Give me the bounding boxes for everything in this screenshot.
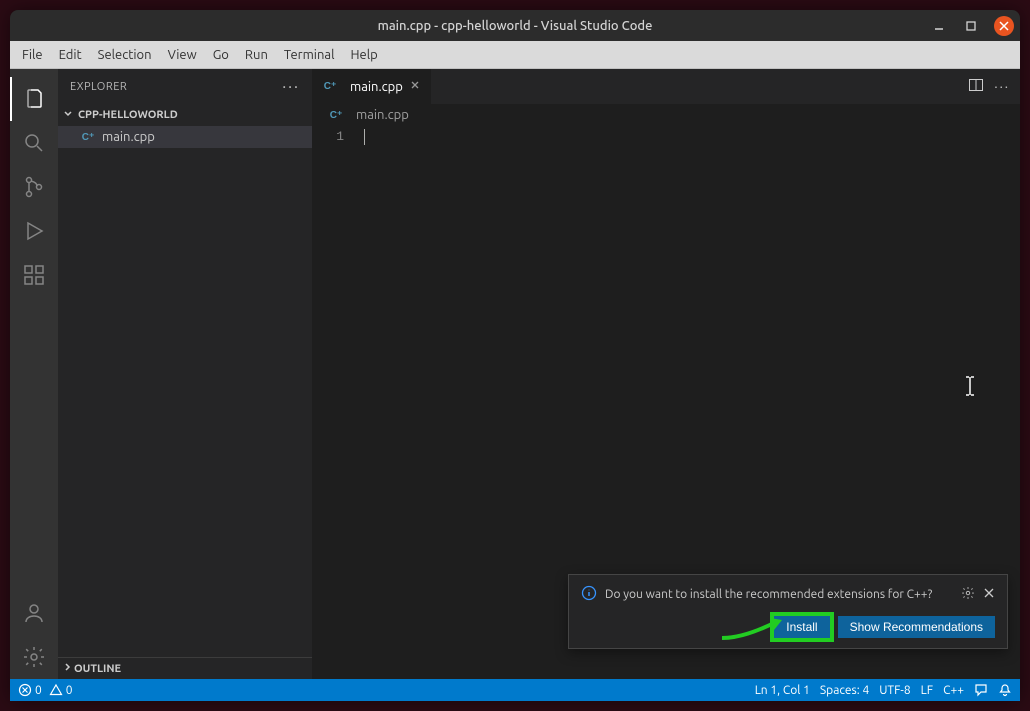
breadcrumb[interactable]: C⁺ main.cpp <box>312 104 1020 126</box>
breadcrumb-file: main.cpp <box>356 108 409 122</box>
window-title: main.cpp - cpp-helloworld - Visual Studi… <box>10 19 1020 33</box>
menu-view[interactable]: View <box>160 44 205 66</box>
status-bar: 0 0 Ln 1, Col 1 Spaces: 4 UTF-8 LF C++ <box>10 679 1020 701</box>
status-eol[interactable]: LF <box>921 684 933 697</box>
file-item-main-cpp[interactable]: C⁺ main.cpp <box>58 126 312 148</box>
tab-close-icon[interactable] <box>409 79 421 94</box>
menu-file[interactable]: File <box>14 44 51 66</box>
status-notifications-icon[interactable] <box>998 683 1012 697</box>
sidebar-project-header[interactable]: CPP-HELLOWORLD <box>58 104 312 126</box>
cpp-file-icon: C⁺ <box>80 129 96 145</box>
sidebar-header-label: EXPLORER <box>70 81 127 93</box>
notification-toast: Do you want to install the recommended e… <box>568 574 1008 649</box>
status-cursor-position[interactable]: Ln 1, Col 1 <box>755 684 810 697</box>
activity-extensions-icon[interactable] <box>10 253 58 297</box>
show-recommendations-button[interactable]: Show Recommendations <box>838 616 995 638</box>
project-name-label: CPP-HELLOWORLD <box>78 109 178 121</box>
menu-terminal[interactable]: Terminal <box>276 44 343 66</box>
outline-label: OUTLINE <box>74 663 121 675</box>
chevron-down-icon <box>62 108 74 123</box>
tab-label: main.cpp <box>350 80 403 94</box>
notification-gear-icon[interactable] <box>961 586 975 603</box>
window-maximize-button[interactable] <box>962 17 980 35</box>
status-feedback-icon[interactable] <box>974 683 988 697</box>
notification-message: Do you want to install the recommended e… <box>605 588 953 601</box>
window-close-button[interactable] <box>994 16 1014 36</box>
tab-main-cpp[interactable]: C⁺ main.cpp <box>312 69 431 104</box>
status-errors[interactable]: 0 0 <box>18 683 73 697</box>
activity-search-icon[interactable] <box>10 121 58 165</box>
activity-accounts-icon[interactable] <box>10 591 58 635</box>
menu-go[interactable]: Go <box>205 44 237 66</box>
menu-selection[interactable]: Selection <box>90 44 160 66</box>
menu-help[interactable]: Help <box>342 44 385 66</box>
activity-settings-icon[interactable] <box>10 635 58 679</box>
activity-explorer-icon[interactable] <box>10 77 58 121</box>
cpp-file-icon: C⁺ <box>328 107 344 123</box>
split-editor-icon[interactable] <box>968 77 984 96</box>
text-cursor <box>364 129 365 145</box>
window-titlebar: main.cpp - cpp-helloworld - Visual Studi… <box>10 10 1020 41</box>
window-minimize-button[interactable] <box>930 17 948 35</box>
activity-run-debug-icon[interactable] <box>10 209 58 253</box>
sidebar-more-icon[interactable]: ··· <box>282 78 300 96</box>
sidebar-outline-header[interactable]: OUTLINE <box>58 657 312 679</box>
editor-tabs: C⁺ main.cpp ··· <box>312 69 1020 104</box>
activity-source-control-icon[interactable] <box>10 165 58 209</box>
activity-bar <box>10 69 58 679</box>
editor-area: C⁺ main.cpp ··· C⁺ main.cpp <box>312 69 1020 679</box>
info-icon <box>581 585 597 604</box>
chevron-right-icon <box>62 661 74 676</box>
menu-edit[interactable]: Edit <box>51 44 90 66</box>
status-language[interactable]: C++ <box>943 684 964 697</box>
notification-close-icon[interactable] <box>983 587 995 602</box>
cpp-file-icon: C⁺ <box>322 79 338 95</box>
line-number: 1 <box>312 129 344 144</box>
editor-more-icon[interactable]: ··· <box>994 80 1010 94</box>
file-label: main.cpp <box>102 130 155 144</box>
sidebar-explorer: EXPLORER ··· CPP-HELLOWORLD C⁺ main.cpp … <box>58 69 312 679</box>
install-button[interactable]: Install <box>774 616 829 638</box>
menu-bar: File Edit Selection View Go Run Terminal… <box>10 41 1020 69</box>
status-encoding[interactable]: UTF-8 <box>879 684 910 697</box>
menu-run[interactable]: Run <box>237 44 276 66</box>
status-indentation[interactable]: Spaces: 4 <box>820 684 869 697</box>
